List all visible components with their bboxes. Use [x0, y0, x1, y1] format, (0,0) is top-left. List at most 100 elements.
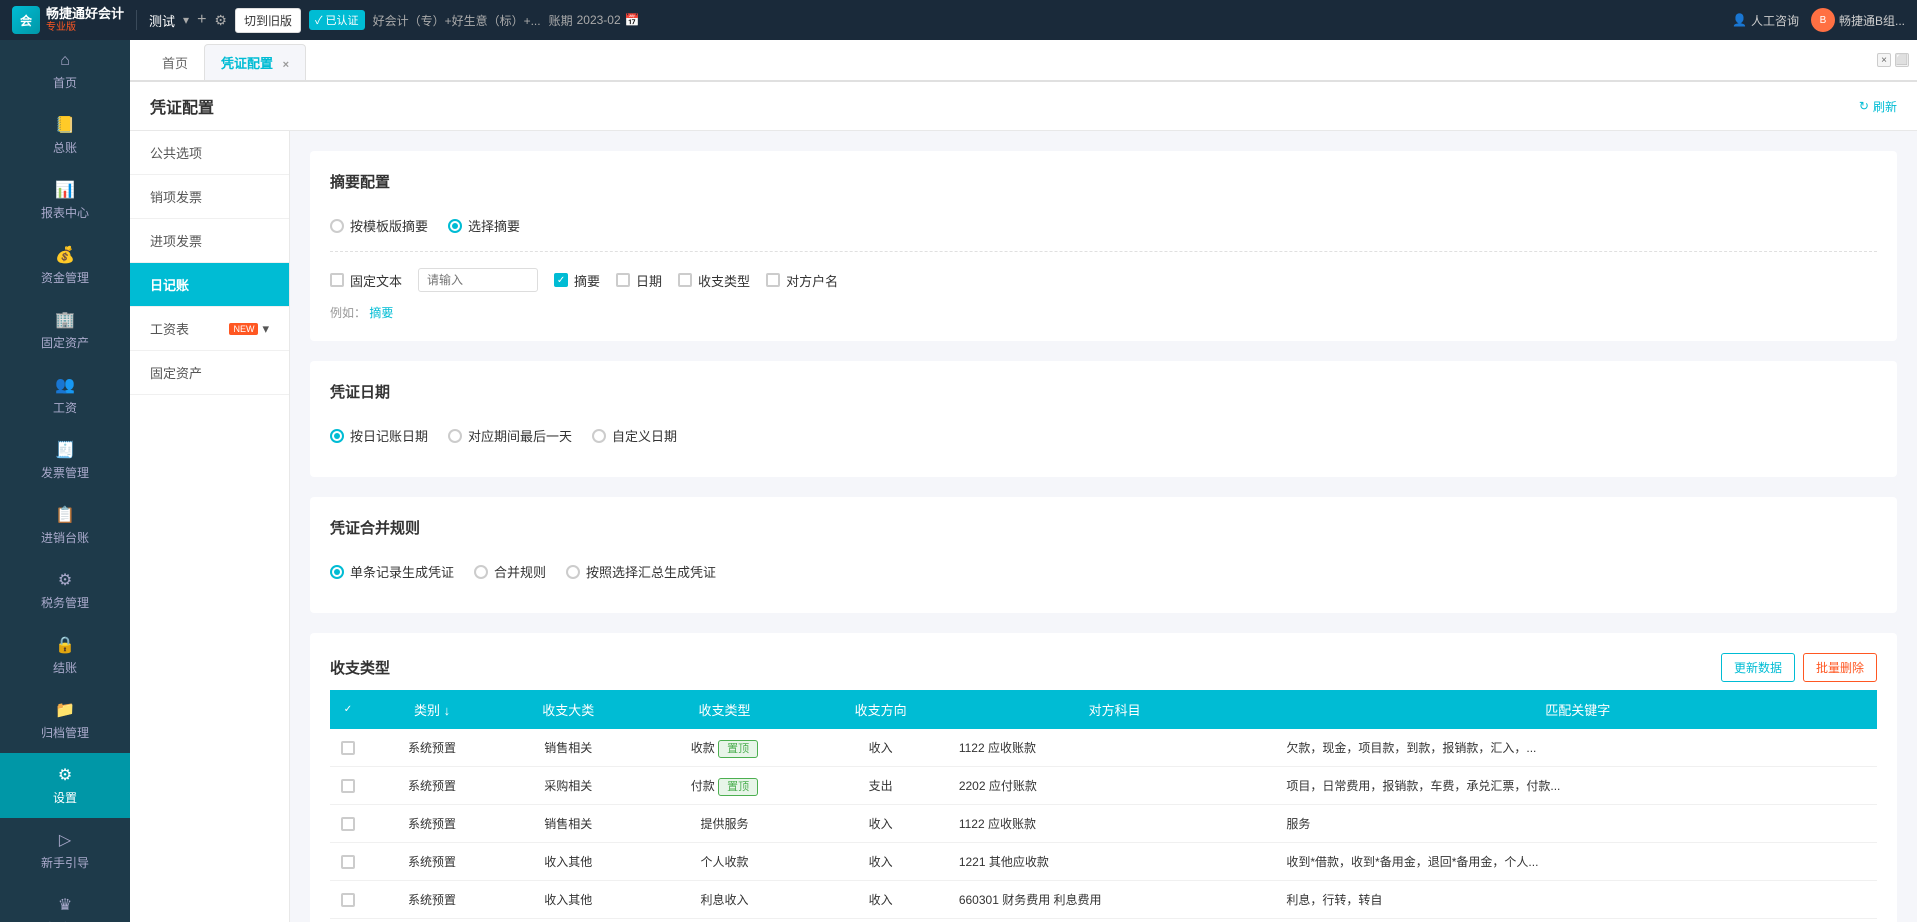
- table-actions: 更新数据 批量删除: [1721, 653, 1877, 682]
- refresh-button[interactable]: ↻ 刷新: [1859, 98, 1897, 115]
- tax-icon: ⚙: [58, 570, 72, 590]
- page-header: 凭证配置 ↻ 刷新: [130, 82, 1917, 131]
- calendar-icon[interactable]: 📅: [625, 13, 640, 27]
- row-checkbox-2[interactable]: [341, 817, 355, 831]
- logo-icon: 会: [12, 6, 40, 34]
- cell-category-4: 系统预置: [366, 881, 498, 919]
- th-type: 收支类型: [638, 690, 810, 729]
- merge-section: 凭证合并规则 单条记录生成凭证 合并规则 按照选择汇总生成凭证: [310, 497, 1897, 613]
- sidebar-item-funds[interactable]: 💰 资金管理: [0, 233, 130, 298]
- sidebar-item-salary[interactable]: 👥 工资: [0, 363, 130, 428]
- radio-merge-rule[interactable]: 合并规则: [474, 562, 546, 581]
- sidebar-item-guide[interactable]: ▷ 新手引导: [0, 818, 130, 883]
- topbar-settings-icon[interactable]: ⚙: [214, 12, 227, 29]
- left-nav-purchase-invoice[interactable]: 进项发票: [130, 219, 289, 263]
- content-area: 首页 凭证配置 × × ⬜ 凭证配置 ↻ 刷新: [130, 40, 1917, 922]
- fixed-text-input[interactable]: [418, 268, 538, 292]
- left-nav-sales-invoice[interactable]: 销项发票: [130, 175, 289, 219]
- left-nav-public[interactable]: 公共选项: [130, 131, 289, 175]
- tab-home[interactable]: 首页: [146, 45, 204, 80]
- two-col-layout: 公共选项 销项发票 进项发票 日记账 工资表 NEW ▾: [130, 131, 1917, 922]
- select-all-checkbox[interactable]: ✓: [341, 703, 355, 717]
- type-tag-1[interactable]: 置顶: [718, 778, 758, 796]
- cell-direction-4: 收入: [810, 881, 950, 919]
- radio-period-last-dot: [448, 429, 462, 443]
- user-item[interactable]: B 畅捷通B组...: [1811, 8, 1905, 32]
- date-radio-group: 按日记账日期 对应期间最后一天 自定义日期: [330, 426, 1877, 445]
- update-data-button[interactable]: 更新数据: [1721, 653, 1795, 682]
- cell-account-4: 660301 财务费用 利息费用: [951, 881, 1279, 919]
- purchase-icon: 📋: [55, 505, 75, 525]
- left-nav-journal[interactable]: 日记账: [130, 263, 289, 307]
- th-direction: 收支方向: [810, 690, 950, 729]
- radio-journal-date[interactable]: 按日记账日期: [330, 426, 428, 445]
- table-header: ✓ 类别 ↓ 收支大类 收支类型 收支方向 对方科目 匹配关键字: [330, 690, 1877, 729]
- row-checkbox-3[interactable]: [341, 855, 355, 869]
- topbar-plus[interactable]: +: [197, 11, 206, 29]
- income-expense-title: 收支类型: [330, 657, 390, 678]
- sidebar-item-member[interactable]: ♛ 畅会员: [0, 883, 130, 922]
- left-nav-fixed-assets[interactable]: 固定资产: [130, 351, 289, 395]
- radio-select-total[interactable]: 按照选择汇总生成凭证: [566, 562, 716, 581]
- restore-window-button[interactable]: ⬜: [1895, 53, 1909, 67]
- row-checkbox-1[interactable]: [341, 779, 355, 793]
- batch-delete-button[interactable]: 批量删除: [1803, 653, 1877, 682]
- logo: 会 畅捷通好会计 专业版: [12, 6, 124, 34]
- radio-custom-date[interactable]: 自定义日期: [592, 426, 677, 445]
- table-header-row: 收支类型 更新数据 批量删除: [330, 653, 1877, 682]
- left-nav-payroll[interactable]: 工资表 NEW ▾: [130, 307, 289, 351]
- checkbox-counterparty[interactable]: 对方户名: [766, 271, 838, 290]
- table-row: 系统预置 采购相关 付款 置顶 支出 2202 应付账款 项目，日常费用，报销款…: [330, 767, 1877, 805]
- support-item[interactable]: 👤 人工咨询: [1732, 12, 1799, 29]
- cell-direction-3: 收入: [810, 843, 950, 881]
- sidebar: ⌂ 首页 📒 总账 📊 报表中心 💰 资金管理 🏢 固定资产 👥 工资 🧾 发票…: [0, 40, 130, 922]
- sidebar-item-ledger[interactable]: 📒 总账: [0, 103, 130, 168]
- radio-template[interactable]: 按模板版摘要: [330, 216, 428, 235]
- th-keywords: 匹配关键字: [1278, 690, 1877, 729]
- sidebar-item-closing[interactable]: 🔒 结账: [0, 623, 130, 688]
- merge-radio-group: 单条记录生成凭证 合并规则 按照选择汇总生成凭证: [330, 562, 1877, 581]
- cell-direction-0: 收入: [810, 729, 950, 767]
- checkbox-type[interactable]: 收支类型: [678, 271, 750, 290]
- radio-period-last[interactable]: 对应期间最后一天: [448, 426, 572, 445]
- sidebar-item-assets[interactable]: 🏢 固定资产: [0, 298, 130, 363]
- summary-section: 摘要配置 按模板版摘要 选择摘要: [310, 151, 1897, 341]
- sidebar-item-archive[interactable]: 📁 归档管理: [0, 688, 130, 753]
- checkbox-summary[interactable]: ✓ 摘要: [554, 271, 600, 290]
- radio-select[interactable]: 选择摘要: [448, 216, 520, 235]
- radio-single[interactable]: 单条记录生成凭证: [330, 562, 454, 581]
- checkbox-counterparty-box: [766, 273, 780, 287]
- close-window-button[interactable]: ×: [1877, 53, 1891, 67]
- checkbox-date[interactable]: 日期: [616, 271, 662, 290]
- home-icon: ⌂: [60, 52, 70, 70]
- guide-icon: ▷: [59, 830, 71, 850]
- sidebar-item-home[interactable]: ⌂ 首页: [0, 40, 130, 103]
- settings-icon: ⚙: [58, 765, 72, 785]
- checkbox-row: 固定文本 ✓ 摘要 日期 收支类型: [330, 268, 1877, 292]
- cell-keywords-1: 项目，日常费用，报销款，车费，承兑汇票，付款...: [1278, 767, 1877, 805]
- radio-merge-rule-dot: [474, 565, 488, 579]
- row-checkbox-0[interactable]: [341, 741, 355, 755]
- cell-major-2: 销售相关: [498, 805, 638, 843]
- th-checkbox: ✓: [330, 690, 366, 729]
- cell-category-1: 系统预置: [366, 767, 498, 805]
- type-tag-0[interactable]: 置顶: [718, 740, 758, 758]
- row-checkbox-4[interactable]: [341, 893, 355, 907]
- tab-close-icon[interactable]: ×: [283, 59, 289, 71]
- switch-version-button[interactable]: 切到旧版: [235, 8, 301, 33]
- sidebar-item-settings[interactable]: ⚙ 设置: [0, 753, 130, 818]
- cell-account-0: 1122 应收账款: [951, 729, 1279, 767]
- cell-category-3: 系统预置: [366, 843, 498, 881]
- radio-select-total-dot: [566, 565, 580, 579]
- checkbox-date-box: [616, 273, 630, 287]
- sidebar-item-invoices[interactable]: 🧾 发票管理: [0, 428, 130, 493]
- date-section-title: 凭证日期: [330, 381, 1877, 410]
- tab-voucher-config[interactable]: 凭证配置 ×: [204, 44, 306, 80]
- topbar-dropdown-icon[interactable]: ▾: [183, 13, 189, 27]
- cell-category-2: 系统预置: [366, 805, 498, 843]
- checkbox-fixed-text[interactable]: 固定文本: [330, 271, 402, 290]
- cell-major-1: 采购相关: [498, 767, 638, 805]
- sidebar-item-tax[interactable]: ⚙ 税务管理: [0, 558, 130, 623]
- sidebar-item-purchase[interactable]: 📋 进销台账: [0, 493, 130, 558]
- sidebar-item-reports[interactable]: 📊 报表中心: [0, 168, 130, 233]
